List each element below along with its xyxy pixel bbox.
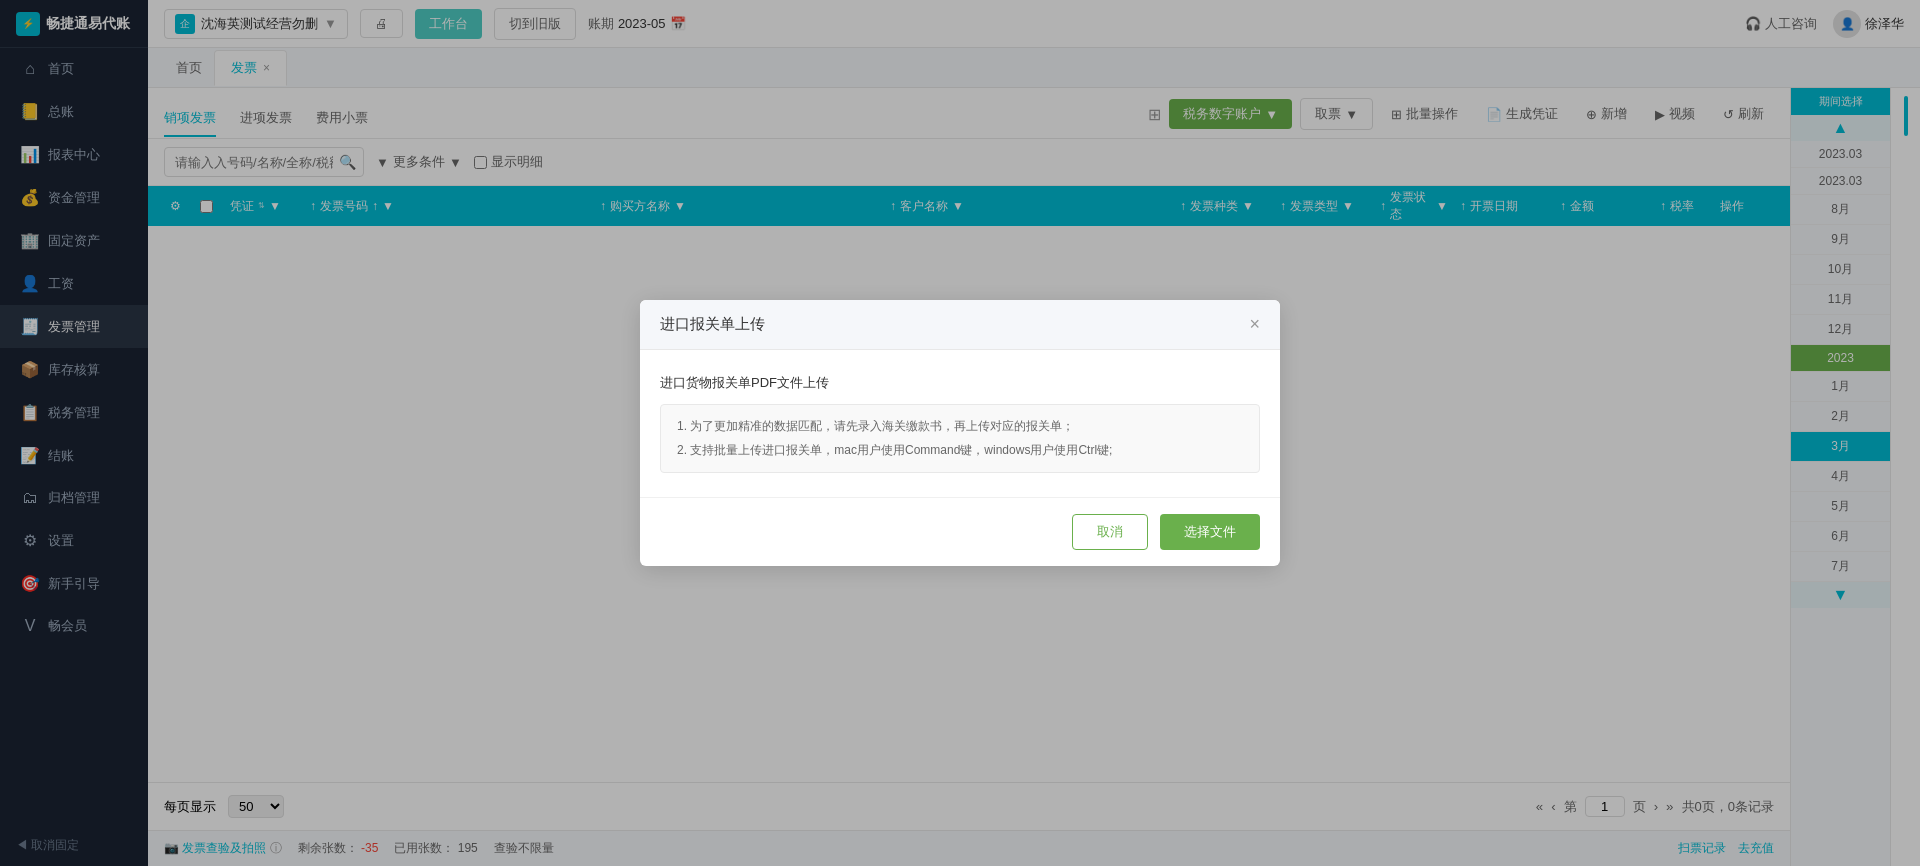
modal-title: 进口报关单上传 — [660, 315, 765, 334]
modal-footer: 取消 选择文件 — [640, 497, 1280, 566]
modal-close-button[interactable]: × — [1249, 314, 1260, 335]
modal-header: 进口报关单上传 × — [640, 300, 1280, 350]
modal-info-item-1: 1. 为了更加精准的数据匹配，请先录入海关缴款书，再上传对应的报关单； — [677, 417, 1243, 436]
modal-cancel-button[interactable]: 取消 — [1072, 514, 1148, 550]
modal-section-title: 进口货物报关单PDF文件上传 — [660, 374, 1260, 392]
modal-info-box: 1. 为了更加精准的数据匹配，请先录入海关缴款书，再上传对应的报关单； 2. 支… — [660, 404, 1260, 472]
import-modal: 进口报关单上传 × 进口货物报关单PDF文件上传 1. 为了更加精准的数据匹配，… — [640, 300, 1280, 565]
modal-overlay[interactable]: 进口报关单上传 × 进口货物报关单PDF文件上传 1. 为了更加精准的数据匹配，… — [0, 0, 1920, 866]
modal-info-item-2: 2. 支持批量上传进口报关单，mac用户使用Command键，windows用户… — [677, 441, 1243, 460]
modal-body: 进口货物报关单PDF文件上传 1. 为了更加精准的数据匹配，请先录入海关缴款书，… — [640, 350, 1280, 496]
modal-select-file-button[interactable]: 选择文件 — [1160, 514, 1260, 550]
